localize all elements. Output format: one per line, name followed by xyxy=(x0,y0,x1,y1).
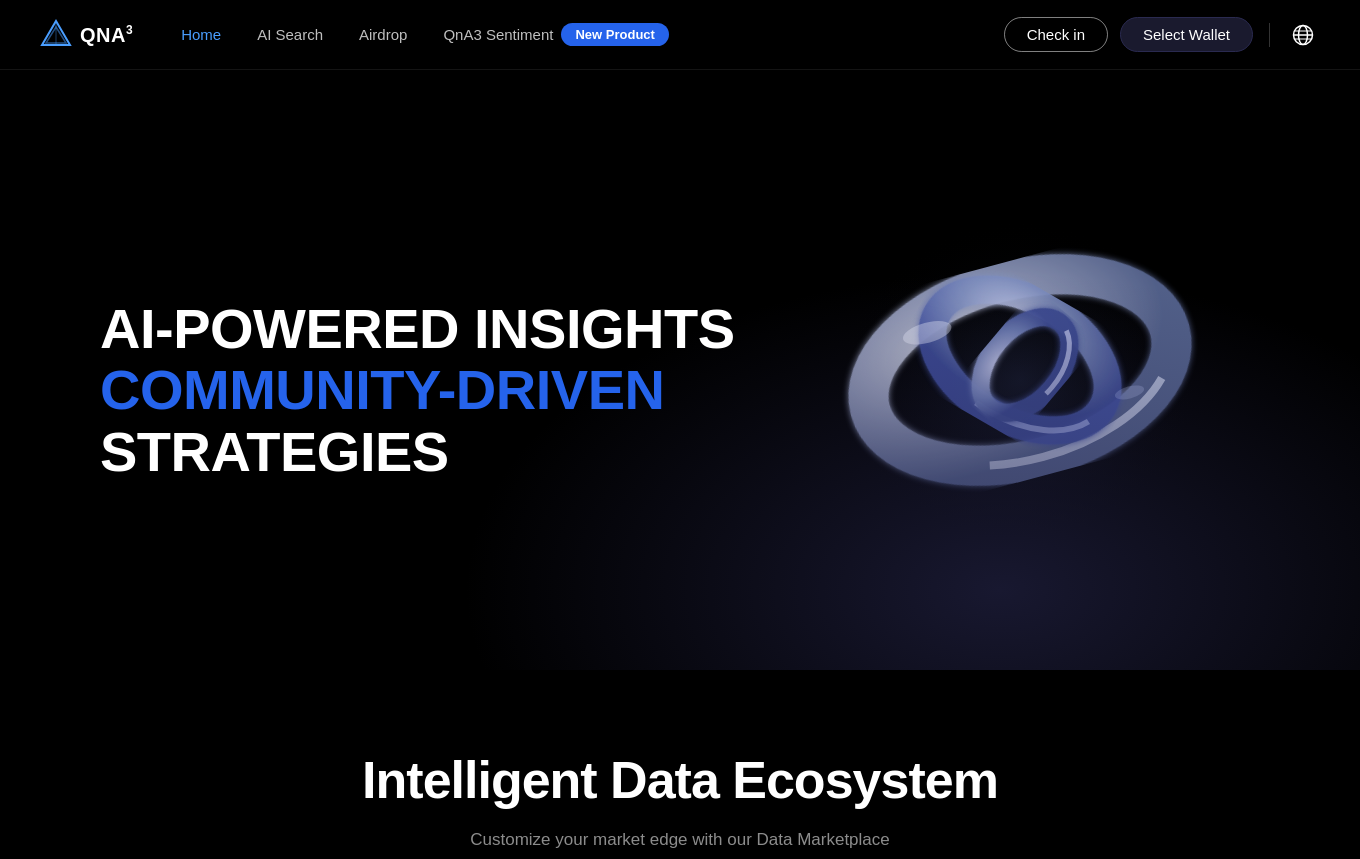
nav-sentiment-group: QnA3 Sentiment New Product xyxy=(443,23,669,46)
hero-line2: COMMUNITY-DRIVEN xyxy=(100,359,735,421)
nav-link-airdrop[interactable]: Airdrop xyxy=(359,26,407,43)
globe-icon xyxy=(1292,24,1314,46)
navbar: QNA3 Home AI Search Airdrop QnA3 Sentime… xyxy=(0,0,1360,70)
hero-line3: STRATEGIES xyxy=(100,421,735,483)
ecosystem-title: Intelligent Data Ecosystem xyxy=(40,750,1320,810)
hero-visual xyxy=(680,70,1360,670)
new-product-badge[interactable]: New Product xyxy=(561,23,668,46)
nav-links: Home AI Search Airdrop QnA3 Sentiment Ne… xyxy=(181,23,669,46)
navbar-left: QNA3 Home AI Search Airdrop QnA3 Sentime… xyxy=(40,19,669,51)
nav-link-home[interactable]: Home xyxy=(181,26,221,43)
ecosystem-subtitle: Customize your market edge with our Data… xyxy=(430,830,930,850)
navbar-right: Check in Select Wallet xyxy=(1004,17,1320,52)
logo[interactable]: QNA3 xyxy=(40,19,133,51)
hero-section: AI-POWERED INSIGHTS COMMUNITY-DRIVEN STR… xyxy=(0,70,1360,670)
language-button[interactable] xyxy=(1286,18,1320,52)
logo-text: QNA3 xyxy=(80,23,133,47)
hero-line1: AI-POWERED INSIGHTS xyxy=(100,298,735,360)
nav-link-ai-search[interactable]: AI Search xyxy=(257,26,323,43)
checkin-button[interactable]: Check in xyxy=(1004,17,1108,52)
ring-3d-object xyxy=(810,160,1230,580)
nav-sentiment-label[interactable]: QnA3 Sentiment xyxy=(443,26,553,43)
nav-divider xyxy=(1269,23,1270,47)
hero-content: AI-POWERED INSIGHTS COMMUNITY-DRIVEN STR… xyxy=(0,258,735,483)
select-wallet-button[interactable]: Select Wallet xyxy=(1120,17,1253,52)
logo-icon xyxy=(40,19,72,51)
ecosystem-section: Intelligent Data Ecosystem Customize you… xyxy=(0,670,1360,859)
